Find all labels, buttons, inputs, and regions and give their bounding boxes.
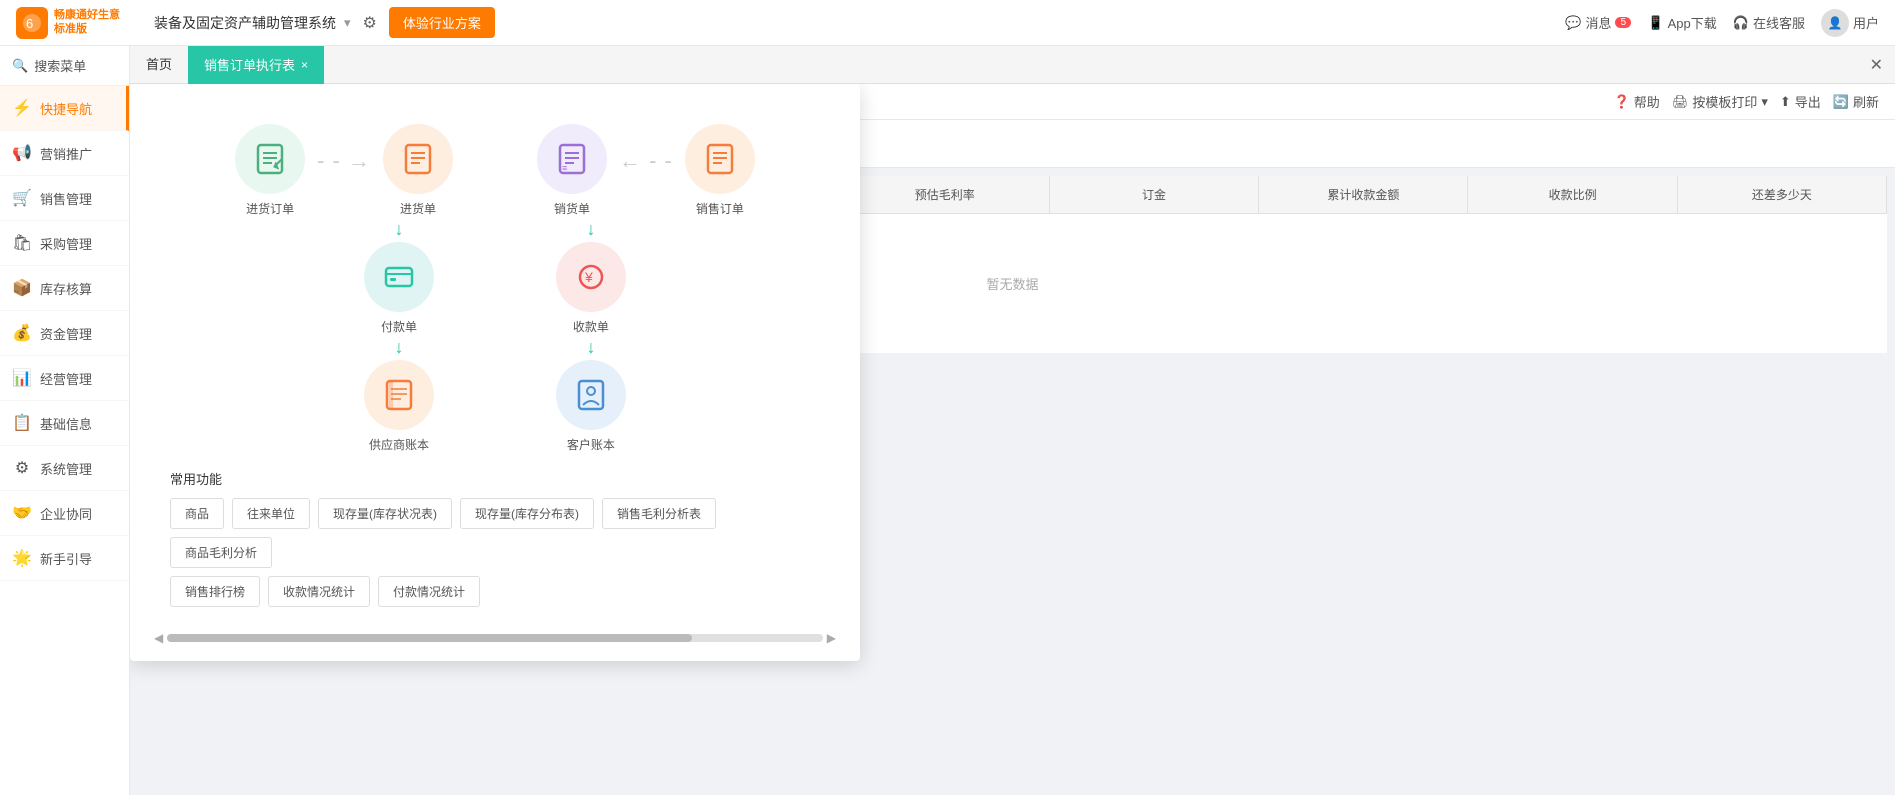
quick-nav-panel: 进货订单 - - → 进货单 xyxy=(130,84,860,661)
scroll-track xyxy=(167,634,823,642)
sidebar-item-basic-info[interactable]: 📋 基础信息 xyxy=(0,401,129,446)
message-icon: 💬 xyxy=(1565,15,1581,31)
sidebar-item-quick-guide[interactable]: ⚡ 快捷导航 xyxy=(0,86,129,131)
tab-home[interactable]: 首页 xyxy=(130,46,188,84)
export-btn[interactable]: ⬆ 导出 xyxy=(1780,92,1821,111)
flow-node-purchase-order[interactable]: 进货订单 xyxy=(235,124,305,217)
svg-text:¥: ¥ xyxy=(584,269,593,285)
panel-close-btn[interactable]: ✕ xyxy=(1870,55,1883,75)
purchase-icon: 🛍 xyxy=(12,233,32,253)
flow-node-purchase-bill[interactable]: 进货单 xyxy=(383,124,453,217)
online-service-btn[interactable]: 🎧 在线客服 xyxy=(1733,13,1805,32)
svg-text:6: 6 xyxy=(26,16,33,31)
scroll-left-btn[interactable]: ◀ xyxy=(154,631,163,645)
sidebar-item-sales[interactable]: 🛒 销售管理 xyxy=(0,176,129,221)
common-btns-row2: 销售排行榜 收款情况统计 付款情况统计 xyxy=(170,576,820,607)
col-collect-ratio: 收款比例 xyxy=(1468,176,1677,213)
system-icon: ⚙ xyxy=(12,458,32,478)
download-icon: 📱 xyxy=(1647,15,1663,31)
col-collected: 累计收款金额 xyxy=(1259,176,1468,213)
finance-icon: 💰 xyxy=(12,323,32,343)
quick-guide-icon: ⚡ xyxy=(12,98,32,118)
refresh-btn[interactable]: 🔄 刷新 xyxy=(1833,92,1879,111)
inventory-icon: 📦 xyxy=(12,278,32,298)
flow-node-customer-ledger[interactable]: 客户账本 xyxy=(556,360,626,453)
print-btn[interactable]: 🖨 按模板打印 ▾ xyxy=(1672,92,1768,111)
app-download-btn[interactable]: 📱 App下载 xyxy=(1647,13,1716,32)
operations-icon: 📊 xyxy=(12,368,32,388)
marketing-icon: 📢 xyxy=(12,143,32,163)
scroll-right-btn[interactable]: ▶ xyxy=(827,631,836,645)
experience-btn[interactable]: 体验行业方案 xyxy=(389,7,495,38)
sidebar-item-inventory[interactable]: 📦 库存核算 xyxy=(0,266,129,311)
common-btn-8[interactable]: 付款情况统计 xyxy=(378,576,480,607)
refresh-icon: 🔄 xyxy=(1833,94,1849,110)
col-days-left: 还差多少天 xyxy=(1678,176,1887,213)
col-deposit: 订金 xyxy=(1050,176,1259,213)
sidebar-item-finance[interactable]: 💰 资金管理 xyxy=(0,311,129,356)
scroll-thumb xyxy=(167,634,691,642)
common-btn-3[interactable]: 现存量(库存分布表) xyxy=(460,498,594,529)
message-btn[interactable]: 💬 消息 5 xyxy=(1565,13,1631,32)
search-icon: 🔍 xyxy=(12,58,28,74)
flow-node-sales-bill[interactable]: ≡ 销货单 xyxy=(537,124,607,217)
service-icon: 🎧 xyxy=(1733,15,1749,31)
newbie-icon: 🌟 xyxy=(12,548,32,568)
sidebar-item-system[interactable]: ⚙ 系统管理 xyxy=(0,446,129,491)
sidebar-item-operations[interactable]: 📊 经营管理 xyxy=(0,356,129,401)
common-btns-row1: 商品 往来单位 现存量(库存状况表) 现存量(库存分布表) 销售毛利分析表 商品… xyxy=(170,498,820,568)
svg-text:≡: ≡ xyxy=(562,163,567,173)
flow-node-payment[interactable]: 付款单 xyxy=(364,242,434,335)
common-functions-title: 常用功能 xyxy=(170,469,820,488)
search-menu[interactable]: 🔍 搜索菜单 xyxy=(0,46,129,86)
common-btn-7[interactable]: 收款情况统计 xyxy=(268,576,370,607)
message-badge: 5 xyxy=(1615,17,1631,28)
tab-sales-order[interactable]: 销售订单执行表 × xyxy=(188,46,324,84)
tab-close-btn[interactable]: × xyxy=(301,58,308,72)
basic-info-icon: 📋 xyxy=(12,413,32,433)
settings-icon[interactable]: ⚙ xyxy=(363,13,377,33)
flow-node-supplier-ledger[interactable]: 供应商账本 xyxy=(364,360,434,453)
common-btn-0[interactable]: 商品 xyxy=(170,498,224,529)
avatar: 👤 xyxy=(1821,9,1849,37)
common-btn-1[interactable]: 往来单位 xyxy=(232,498,310,529)
common-btn-5[interactable]: 商品毛利分析 xyxy=(170,537,272,568)
panel-scrollbar[interactable]: ◀ ▶ xyxy=(154,631,836,645)
sidebar-item-collaboration[interactable]: 🤝 企业协同 xyxy=(0,491,129,536)
help-btn[interactable]: ❓ 帮助 xyxy=(1614,92,1660,111)
export-icon: ⬆ xyxy=(1780,94,1791,110)
logo-text: 畅康通好生意 标准版 xyxy=(54,9,120,35)
sidebar-item-purchase[interactable]: 🛍 采购管理 xyxy=(0,221,129,266)
sales-icon: 🛒 xyxy=(12,188,32,208)
help-icon: ❓ xyxy=(1614,94,1630,110)
print-icon: 🖨 xyxy=(1672,94,1689,110)
collaboration-icon: 🤝 xyxy=(12,503,32,523)
common-btn-6[interactable]: 销售排行榜 xyxy=(170,576,260,607)
common-btn-2[interactable]: 现存量(库存状况表) xyxy=(318,498,452,529)
flow-node-sales-order[interactable]: 销售订单 xyxy=(685,124,755,217)
common-btn-4[interactable]: 销售毛利分析表 xyxy=(602,498,716,529)
sidebar-item-newbie[interactable]: 🌟 新手引导 xyxy=(0,536,129,581)
system-title: 装备及固定资产辅助管理系统 xyxy=(154,13,336,33)
title-dropdown-icon[interactable]: ▾ xyxy=(344,15,351,31)
app-logo-icon: 6 xyxy=(16,7,48,39)
print-dropdown-icon: ▾ xyxy=(1761,94,1768,110)
user-menu[interactable]: 👤 用户 xyxy=(1821,9,1879,37)
sidebar-item-marketing[interactable]: 📢 营销推广 xyxy=(0,131,129,176)
col-gross-rate: 预估毛利率 xyxy=(841,176,1050,213)
flow-node-receipt[interactable]: ¥ 收款单 xyxy=(556,242,626,335)
